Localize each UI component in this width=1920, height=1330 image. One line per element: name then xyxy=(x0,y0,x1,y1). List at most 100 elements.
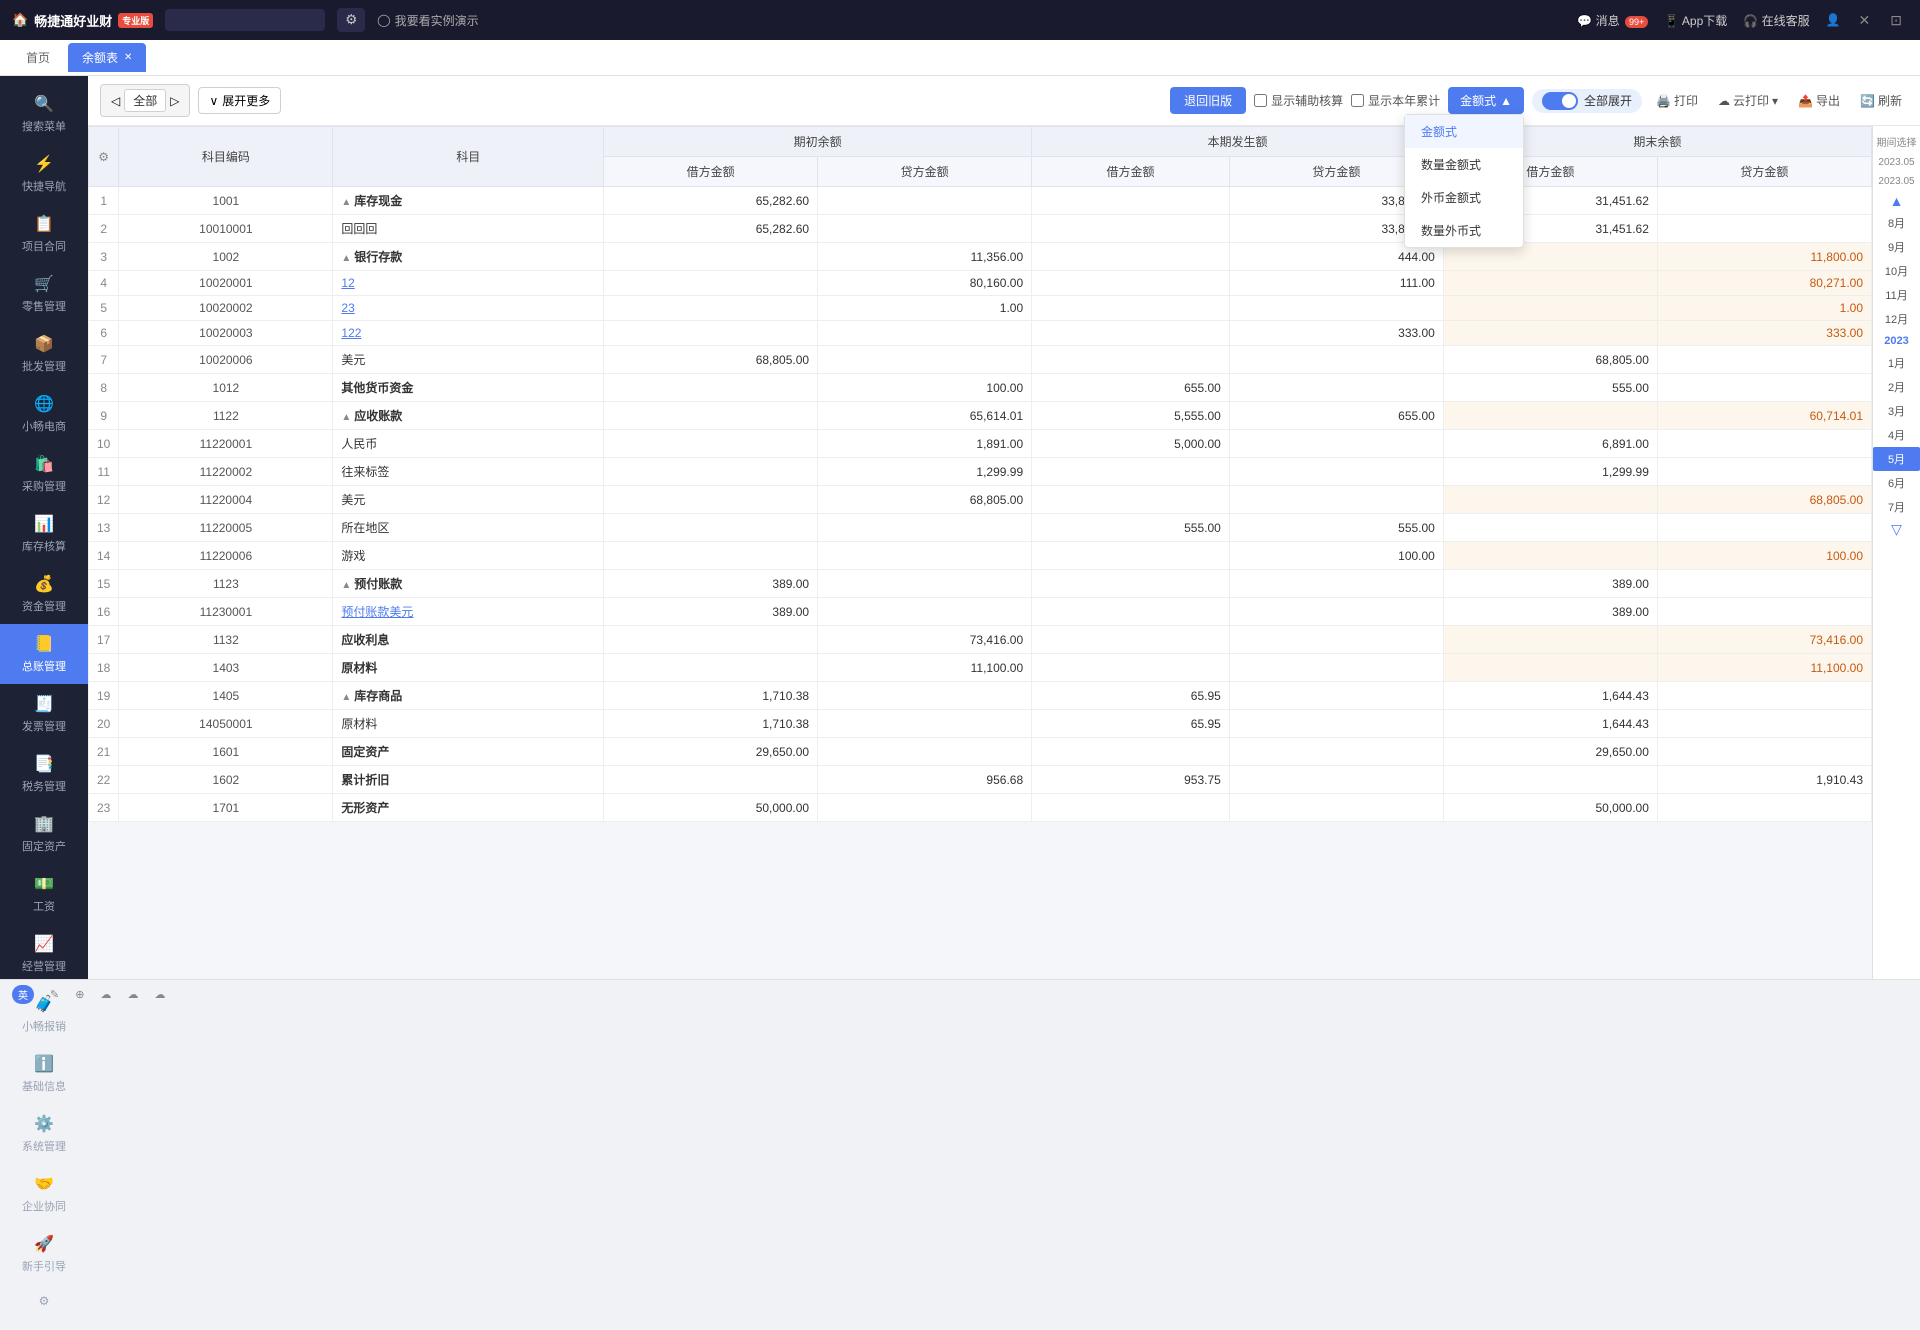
refresh-button[interactable]: 🔄 刷新 xyxy=(1854,88,1908,113)
expand-more-button[interactable]: ∨ 展开更多 xyxy=(198,87,281,114)
expand-button[interactable]: ⊡ xyxy=(1884,10,1908,31)
cloud-print-button[interactable]: ☁ 云打印 ▾ xyxy=(1712,88,1784,113)
sidebar-item-retail[interactable]: 🛒 零售管理 xyxy=(0,264,88,324)
notifications-btn[interactable]: 💬 消息 99+ xyxy=(1577,12,1648,29)
sidebar-item-assets[interactable]: 🏢 固定资产 xyxy=(0,804,88,864)
sidebar-item-wholesale[interactable]: 📦 批发管理 xyxy=(0,324,88,384)
sidebar-item-payroll[interactable]: 💵 工资 xyxy=(0,864,88,924)
sidebar-settings-button[interactable]: ⚙ xyxy=(0,1284,88,1318)
status-icon-4[interactable]: ☁ xyxy=(127,988,138,1001)
sidebar-item-cooperation[interactable]: 🤝 企业协同 xyxy=(0,1164,88,1224)
period-feb[interactable]: 2月 xyxy=(1873,375,1920,399)
row-name[interactable]: 122 xyxy=(333,321,604,346)
period-year-2023-start[interactable]: 2023.05 xyxy=(1873,153,1920,172)
format-dropdown-button[interactable]: 金额式 ▲ xyxy=(1448,87,1524,114)
sidebar-item-system[interactable]: ⚙️ 系统管理 xyxy=(0,1104,88,1164)
table-row: 8 1012 其他货币资金 100.00 655.00 555.00 xyxy=(89,374,1872,402)
period-dec[interactable]: 12月 xyxy=(1873,307,1920,331)
invoice-icon: 🧾 xyxy=(34,694,54,714)
show-auxiliary-checkbox[interactable]: 显示辅助核算 xyxy=(1254,92,1343,109)
period-jan[interactable]: 1月 xyxy=(1873,351,1920,375)
table-row: 16 11230001 预付账款美元 389.00 389.00 xyxy=(89,598,1872,626)
period-may[interactable]: 5月 xyxy=(1873,447,1920,471)
user-avatar[interactable]: 👤 xyxy=(1826,13,1841,27)
format-option-qty-amount[interactable]: 数量金额式 xyxy=(1405,148,1523,181)
status-icon-1[interactable]: ✎ xyxy=(50,988,59,1001)
auxiliary-checkbox-input[interactable] xyxy=(1254,94,1267,107)
payroll-icon: 💵 xyxy=(34,874,54,894)
status-icon-5[interactable]: ☁ xyxy=(154,988,165,1001)
row-code: 1601 xyxy=(119,738,333,766)
period-nov[interactable]: 11月 xyxy=(1873,283,1920,307)
period-sep[interactable]: 9月 xyxy=(1873,235,1920,259)
sidebar-item-tax[interactable]: 📑 税务管理 xyxy=(0,744,88,804)
status-icon-2[interactable]: ⊕ xyxy=(75,988,84,1001)
period-down-button[interactable]: ▽ xyxy=(1889,519,1904,540)
sidebar-item-guide[interactable]: 🚀 新手引导 xyxy=(0,1224,88,1284)
sidebar-item-ecommerce-label: 小畅电商 xyxy=(22,418,66,434)
row-num: 13 xyxy=(89,514,119,542)
online-service-btn[interactable]: 🎧 在线客服 xyxy=(1743,12,1809,29)
period-aug[interactable]: 8月 xyxy=(1873,211,1920,235)
demo-button[interactable]: ◯ 我要看实例演示 xyxy=(377,12,478,29)
expand-more-label: 展开更多 xyxy=(222,92,270,109)
period-jul[interactable]: 7月 xyxy=(1873,495,1920,519)
row-name[interactable]: 12 xyxy=(333,271,604,296)
filter-all-button[interactable]: ◁ 全部 ▷ xyxy=(100,84,190,117)
print-button[interactable]: 🖨️ 打印 xyxy=(1650,88,1704,113)
sidebar-item-basics[interactable]: ℹ️ 基础信息 xyxy=(0,1044,88,1104)
sidebar-item-accounting[interactable]: 📒 总账管理 xyxy=(0,624,88,684)
sidebar-item-inventory[interactable]: 📊 库存核算 xyxy=(0,504,88,564)
tab-bar: 首页 余额表 ✕ xyxy=(0,40,1920,76)
content-area: ◁ 全部 ▷ ∨ 展开更多 退回旧版 显示辅助核算 显示本年累计 xyxy=(88,76,1920,979)
period-jun[interactable]: 6月 xyxy=(1873,471,1920,495)
toggle-switch[interactable] xyxy=(1542,92,1578,110)
row-cp-debit xyxy=(1032,346,1230,374)
row-ob-credit xyxy=(818,570,1032,598)
format-option-foreign-amount[interactable]: 外币金额式 xyxy=(1405,181,1523,214)
row-name: 美元 xyxy=(333,486,604,514)
sidebar-item-project[interactable]: 📋 项目合同 xyxy=(0,204,88,264)
tab-home[interactable]: 首页 xyxy=(12,43,64,72)
search-input[interactable] xyxy=(165,9,325,31)
show-annual-checkbox[interactable]: 显示本年累计 xyxy=(1351,92,1440,109)
row-cp-credit xyxy=(1229,486,1443,514)
settings-col-header[interactable]: ⚙ xyxy=(89,127,119,187)
period-apr[interactable]: 4月 xyxy=(1873,423,1920,447)
export-button[interactable]: 📤 导出 xyxy=(1792,88,1846,113)
sidebar-item-invoice[interactable]: 🧾 发票管理 xyxy=(0,684,88,744)
gear-button[interactable]: ⚙ xyxy=(337,8,365,32)
app-download-btn[interactable]: 📱 App下载 xyxy=(1664,12,1727,29)
annual-checkbox-input[interactable] xyxy=(1351,94,1364,107)
status-icon-3[interactable]: ☁ xyxy=(100,988,111,1001)
row-name[interactable]: 预付账款美元 xyxy=(333,598,604,626)
sidebar-item-finance[interactable]: 💰 资金管理 xyxy=(0,564,88,624)
close-button[interactable]: ✕ xyxy=(1853,10,1877,31)
tab-close-icon[interactable]: ✕ xyxy=(124,52,132,63)
period-up-button[interactable]: ▲ xyxy=(1888,191,1906,211)
back-to-old-button[interactable]: 退回旧版 xyxy=(1170,87,1246,114)
row-cb-debit xyxy=(1443,654,1657,682)
row-cb-credit xyxy=(1657,458,1871,486)
sidebar-item-ecommerce[interactable]: 🌐 小畅电商 xyxy=(0,384,88,444)
format-option-qty-foreign[interactable]: 数量外币式 xyxy=(1405,214,1523,247)
sidebar-item-invoice-label: 发票管理 xyxy=(22,718,66,734)
period-year-2023-end[interactable]: 2023.05 xyxy=(1873,172,1920,191)
sidebar-item-operations[interactable]: 📈 经营管理 xyxy=(0,924,88,984)
lang-button[interactable]: 英 xyxy=(12,985,34,1004)
row-cp-credit xyxy=(1229,710,1443,738)
expand-all-toggle[interactable]: 全部展开 xyxy=(1532,89,1642,113)
row-name: ▲预付账款 xyxy=(333,570,604,598)
sidebar-item-search[interactable]: 🔍 搜索菜单 xyxy=(0,84,88,144)
format-option-amount[interactable]: 金额式 xyxy=(1405,115,1523,148)
period-mar[interactable]: 3月 xyxy=(1873,399,1920,423)
sidebar-item-purchase[interactable]: 🛍️ 采购管理 xyxy=(0,444,88,504)
period-2023[interactable]: 2023 xyxy=(1873,331,1920,351)
sidebar-item-quick-nav[interactable]: ⚡ 快捷导航 xyxy=(0,144,88,204)
row-ob-credit: 1,891.00 xyxy=(818,430,1032,458)
row-name[interactable]: 23 xyxy=(333,296,604,321)
row-name: 美元 xyxy=(333,346,604,374)
tab-balance[interactable]: 余额表 ✕ xyxy=(68,43,146,72)
row-ob-credit xyxy=(818,321,1032,346)
period-oct[interactable]: 10月 xyxy=(1873,259,1920,283)
